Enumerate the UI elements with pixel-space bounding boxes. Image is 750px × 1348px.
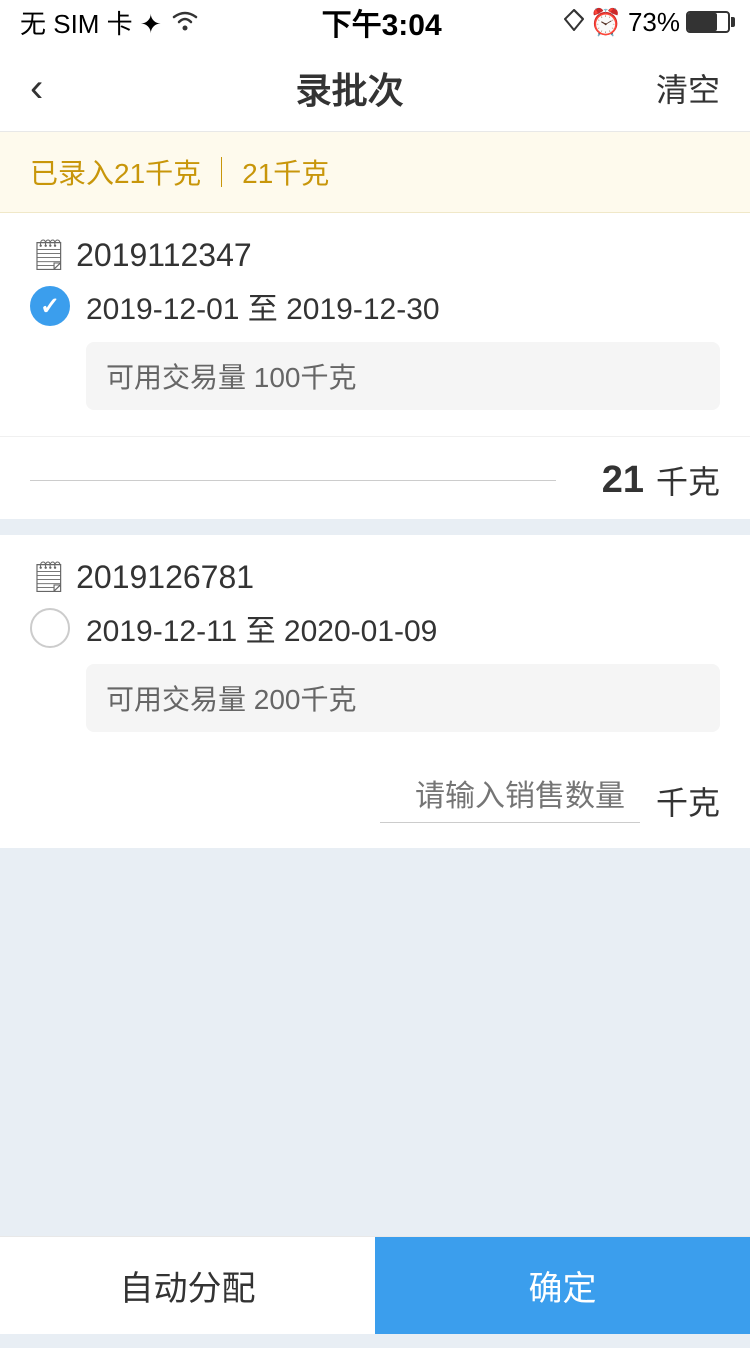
total-text: 21千克 xyxy=(242,152,329,192)
back-button[interactable]: ‹ xyxy=(30,68,43,108)
status-right: ⏰ 73% xyxy=(564,7,730,38)
batch-card-1: 🗒 2019112347 2019-12-01 至 2019-12-30 可用交… xyxy=(0,213,750,519)
nav-bar: ‹ 录批次 清空 xyxy=(0,44,750,132)
recorded-text: 已录入21千克 xyxy=(30,152,201,192)
radio-checked-1[interactable] xyxy=(30,286,70,326)
batch-date-1: 2019-12-01 至 2019-12-30 xyxy=(86,284,440,328)
radio-unchecked-2[interactable] xyxy=(30,608,70,648)
wifi-icon xyxy=(170,7,200,38)
section-divider xyxy=(0,519,750,535)
quantity-input-2[interactable] xyxy=(30,780,640,814)
footer: 自动分配 确定 xyxy=(0,1236,750,1334)
batch-item-2: 🗒 2019126781 2019-12-11 至 2020-01-09 可用交… xyxy=(0,535,750,758)
quantity-value-1: 21 xyxy=(584,459,644,502)
auto-distribute-button[interactable]: 自动分配 xyxy=(0,1237,375,1334)
batch-icon-1: 🗒 xyxy=(30,238,68,273)
batch-available-2: 可用交易量 200千克 xyxy=(86,664,720,732)
location-icon xyxy=(564,7,584,38)
batch-card-2: 🗒 2019126781 2019-12-11 至 2020-01-09 可用交… xyxy=(0,535,750,848)
battery-text: 73% xyxy=(628,7,680,38)
alarm-icon: ⏰ xyxy=(590,7,622,38)
batch-header-1: 🗒 2019112347 xyxy=(30,237,720,274)
status-bar: 无 SIM 卡 ✦ 下午3:04 ⏰ 73% xyxy=(0,0,750,44)
battery-icon xyxy=(686,11,730,33)
batch-id-1: 2019112347 xyxy=(76,237,252,274)
batch-icon-2: 🗒 xyxy=(30,560,68,595)
quantity-row-1: 21 千克 xyxy=(0,436,750,519)
input-row-2: 千克 xyxy=(0,758,750,824)
batch-date-row-1[interactable]: 2019-12-01 至 2019-12-30 xyxy=(30,284,720,328)
input-wrapper-2 xyxy=(30,780,640,823)
status-time: 下午3:04 xyxy=(322,0,442,44)
confirm-button[interactable]: 确定 xyxy=(375,1237,750,1334)
status-left: 无 SIM 卡 ✦ xyxy=(20,4,200,41)
clear-button[interactable]: 清空 xyxy=(656,65,720,111)
batch-date-2: 2019-12-11 至 2020-01-09 xyxy=(86,606,437,650)
banner-divider xyxy=(221,157,222,187)
batch-date-row-2[interactable]: 2019-12-11 至 2020-01-09 xyxy=(30,606,720,650)
batch-id-2: 2019126781 xyxy=(76,559,254,596)
batch-item-1: 🗒 2019112347 2019-12-01 至 2019-12-30 可用交… xyxy=(0,213,750,436)
info-banner: 已录入21千克 21千克 xyxy=(0,132,750,213)
page-title: 录批次 xyxy=(296,62,404,114)
quantity-unit-1: 千克 xyxy=(656,457,720,503)
batch-available-1: 可用交易量 100千克 xyxy=(86,342,720,410)
no-sim-text: 无 SIM 卡 ✦ xyxy=(20,4,162,41)
batch-header-2: 🗒 2019126781 xyxy=(30,559,720,596)
input-underline-2 xyxy=(380,822,640,823)
input-unit-2: 千克 xyxy=(656,778,720,824)
